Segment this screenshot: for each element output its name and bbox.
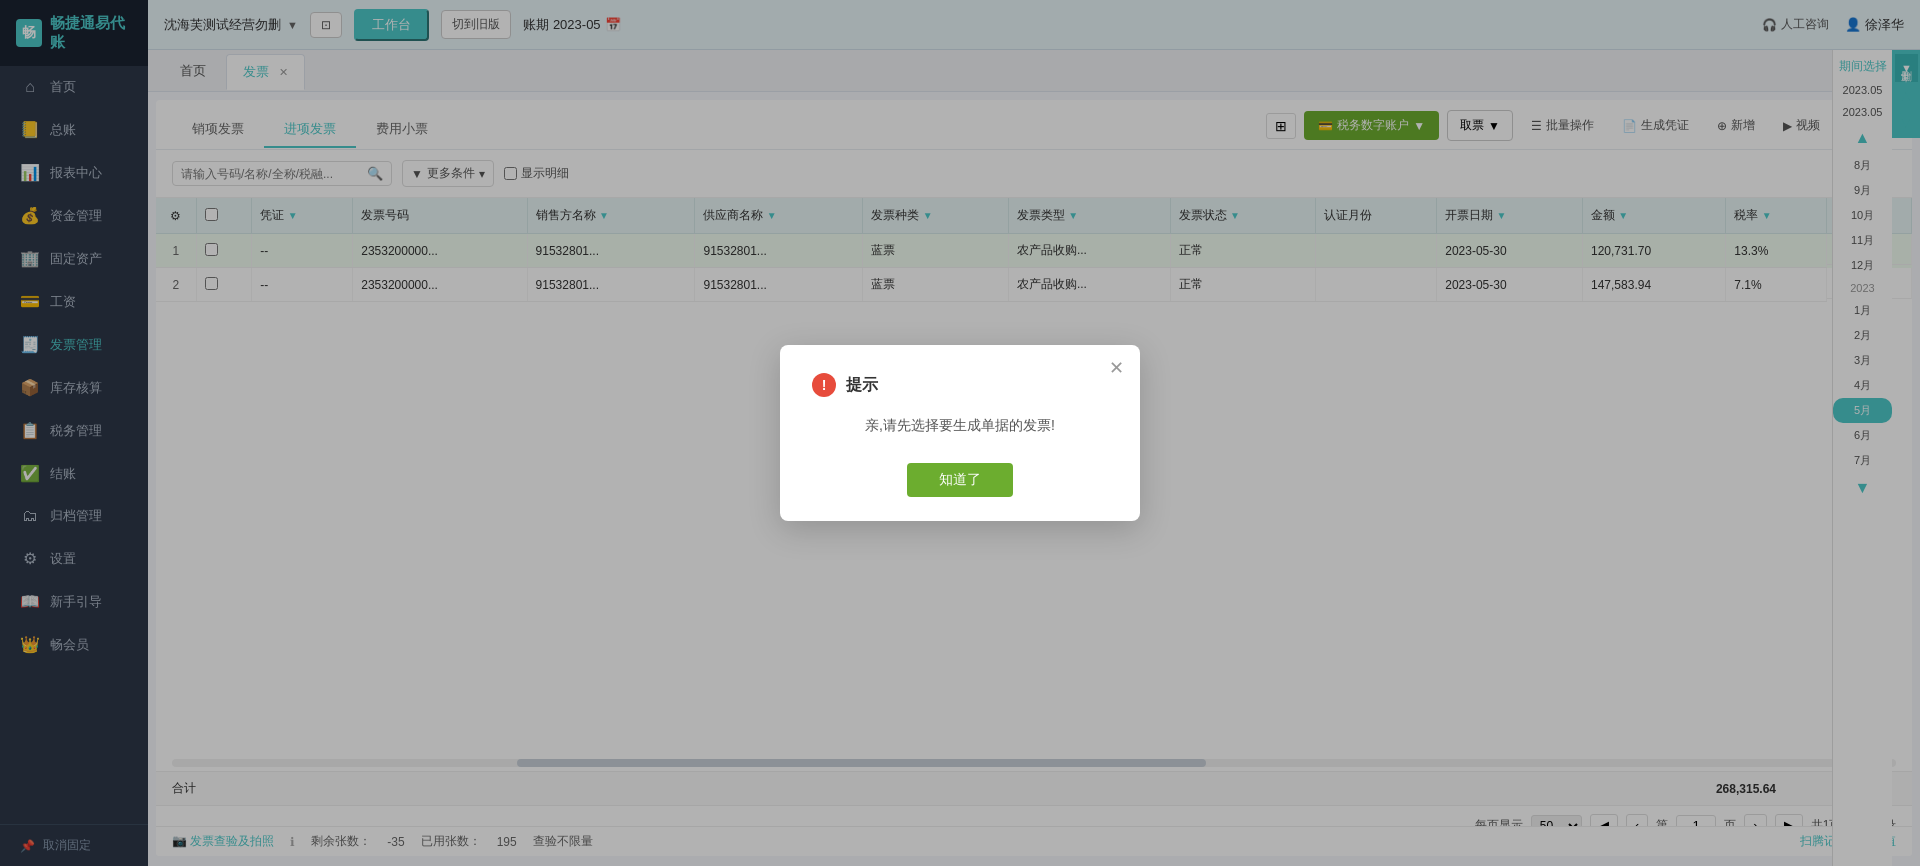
modal-title-text: 提示 xyxy=(846,375,878,396)
modal-confirm-button[interactable]: 知道了 xyxy=(907,463,1013,497)
modal-title-row: ! 提示 xyxy=(812,373,1108,397)
modal-overlay[interactable]: ✕ ! 提示 亲,请先选择要生成单据的发票! 知道了 xyxy=(0,0,1920,866)
modal-message: 亲,请先选择要生成单据的发票! xyxy=(812,417,1108,435)
warning-icon: ! xyxy=(812,373,836,397)
modal-dialog: ✕ ! 提示 亲,请先选择要生成单据的发票! 知道了 xyxy=(780,345,1140,521)
modal-close-button[interactable]: ✕ xyxy=(1109,357,1124,379)
modal-footer: 知道了 xyxy=(812,463,1108,497)
